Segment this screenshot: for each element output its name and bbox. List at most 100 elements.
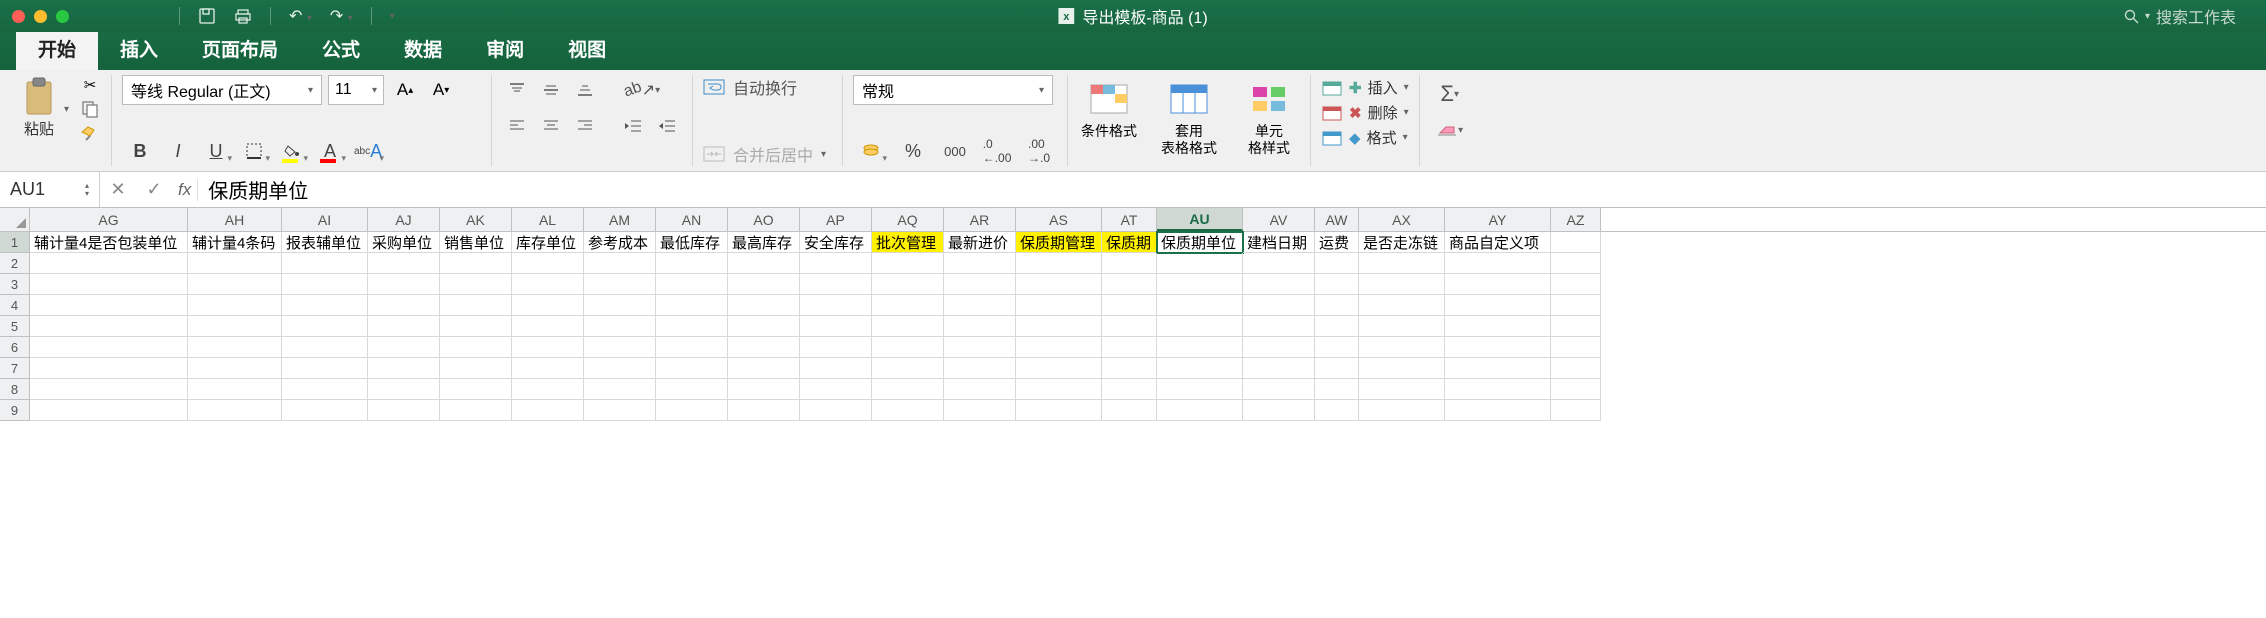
cell-AI6[interactable]: [282, 337, 368, 358]
cell-AQ4[interactable]: [872, 295, 944, 316]
cell-AU9[interactable]: [1157, 400, 1243, 421]
comma-icon[interactable]: 000: [937, 136, 973, 166]
cell-AY3[interactable]: [1445, 274, 1551, 295]
cell-AU3[interactable]: [1157, 274, 1243, 295]
align-bottom-icon[interactable]: [570, 77, 600, 103]
cell-AT6[interactable]: [1102, 337, 1157, 358]
cell-AG5[interactable]: [30, 316, 188, 337]
align-right-icon[interactable]: [570, 113, 600, 139]
cell-AK5[interactable]: [440, 316, 512, 337]
row-header-3[interactable]: 3: [0, 274, 30, 295]
cell-AX3[interactable]: [1359, 274, 1445, 295]
column-header-AT[interactable]: AT: [1102, 208, 1157, 231]
undo-icon[interactable]: ↶ ▾: [289, 6, 312, 26]
cell-AM1[interactable]: 参考成本: [584, 232, 656, 253]
cell-AZ6[interactable]: [1551, 337, 1601, 358]
cell-AR6[interactable]: [944, 337, 1016, 358]
cell-AR9[interactable]: [944, 400, 1016, 421]
cell-AR7[interactable]: [944, 358, 1016, 379]
decrease-font-icon[interactable]: A▾: [426, 75, 456, 105]
row-header-9[interactable]: 9: [0, 400, 30, 421]
column-header-AI[interactable]: AI: [282, 208, 368, 231]
cell-AK3[interactable]: [440, 274, 512, 295]
increase-font-icon[interactable]: A▴: [390, 75, 420, 105]
cell-AG9[interactable]: [30, 400, 188, 421]
cell-AW7[interactable]: [1315, 358, 1359, 379]
cell-AK6[interactable]: [440, 337, 512, 358]
cell-AO3[interactable]: [728, 274, 800, 295]
cell-AI8[interactable]: [282, 379, 368, 400]
cell-AW2[interactable]: [1315, 253, 1359, 274]
column-header-AQ[interactable]: AQ: [872, 208, 944, 231]
cell-AP2[interactable]: [800, 253, 872, 274]
cell-AS7[interactable]: [1016, 358, 1102, 379]
cell-AP6[interactable]: [800, 337, 872, 358]
cell-AG1[interactable]: 辅计量4是否包装单位: [30, 232, 188, 253]
cell-AQ7[interactable]: [872, 358, 944, 379]
column-header-AZ[interactable]: AZ: [1551, 208, 1601, 231]
maximize-icon[interactable]: [56, 10, 69, 23]
cell-AV2[interactable]: [1243, 253, 1315, 274]
cell-AS8[interactable]: [1016, 379, 1102, 400]
cell-AW1[interactable]: 运费: [1315, 232, 1359, 253]
row-header-6[interactable]: 6: [0, 337, 30, 358]
cell-AG3[interactable]: [30, 274, 188, 295]
formula-input[interactable]: 保质期单位: [198, 175, 2266, 204]
cell-AY4[interactable]: [1445, 295, 1551, 316]
bold-button[interactable]: B: [122, 136, 158, 166]
increase-indent-icon[interactable]: [652, 113, 682, 139]
cell-AG7[interactable]: [30, 358, 188, 379]
column-header-AY[interactable]: AY: [1445, 208, 1551, 231]
cell-AN8[interactable]: [656, 379, 728, 400]
cell-AL5[interactable]: [512, 316, 584, 337]
cell-AY9[interactable]: [1445, 400, 1551, 421]
cell-AP9[interactable]: [800, 400, 872, 421]
tab-审阅[interactable]: 审阅: [464, 27, 546, 70]
column-header-AM[interactable]: AM: [584, 208, 656, 231]
cell-AO8[interactable]: [728, 379, 800, 400]
cell-AI9[interactable]: [282, 400, 368, 421]
cell-AT5[interactable]: [1102, 316, 1157, 337]
cell-AG8[interactable]: [30, 379, 188, 400]
cell-AI2[interactable]: [282, 253, 368, 274]
insert-cells-button[interactable]: ✚ 插入 ▾: [1321, 77, 1409, 98]
cell-AV4[interactable]: [1243, 295, 1315, 316]
cell-AV5[interactable]: [1243, 316, 1315, 337]
cell-AN5[interactable]: [656, 316, 728, 337]
cell-AZ3[interactable]: [1551, 274, 1601, 295]
cell-AZ7[interactable]: [1551, 358, 1601, 379]
redo-icon[interactable]: ↷ ▾: [330, 6, 353, 26]
delete-cells-button[interactable]: ✖ 删除 ▾: [1321, 102, 1409, 123]
format-painter-icon[interactable]: [79, 123, 101, 143]
tab-公式[interactable]: 公式: [300, 27, 382, 70]
cell-AM7[interactable]: [584, 358, 656, 379]
cell-AJ6[interactable]: [368, 337, 440, 358]
cell-AU7[interactable]: [1157, 358, 1243, 379]
paste-dropdown-icon[interactable]: ▾: [64, 104, 69, 115]
align-top-icon[interactable]: [502, 77, 532, 103]
cell-AT3[interactable]: [1102, 274, 1157, 295]
autosum-icon[interactable]: Σ ▾: [1430, 81, 1470, 107]
italic-button[interactable]: I: [160, 136, 196, 166]
cell-AM8[interactable]: [584, 379, 656, 400]
cell-AX7[interactable]: [1359, 358, 1445, 379]
cell-AQ3[interactable]: [872, 274, 944, 295]
wrap-text-button[interactable]: 自动换行: [703, 75, 832, 99]
cell-AP4[interactable]: [800, 295, 872, 316]
namebox-stepper-icon[interactable]: ▴▾: [85, 182, 89, 198]
cell-AZ2[interactable]: [1551, 253, 1601, 274]
cell-AW8[interactable]: [1315, 379, 1359, 400]
cell-AK2[interactable]: [440, 253, 512, 274]
cell-AX8[interactable]: [1359, 379, 1445, 400]
cell-AT2[interactable]: [1102, 253, 1157, 274]
cell-AJ9[interactable]: [368, 400, 440, 421]
cell-AO9[interactable]: [728, 400, 800, 421]
cell-AV6[interactable]: [1243, 337, 1315, 358]
cell-AQ5[interactable]: [872, 316, 944, 337]
fx-icon[interactable]: fx: [178, 180, 191, 200]
cell-AN1[interactable]: 最低库存: [656, 232, 728, 253]
cell-AL7[interactable]: [512, 358, 584, 379]
cell-AM5[interactable]: [584, 316, 656, 337]
cell-AN3[interactable]: [656, 274, 728, 295]
cell-AY6[interactable]: [1445, 337, 1551, 358]
